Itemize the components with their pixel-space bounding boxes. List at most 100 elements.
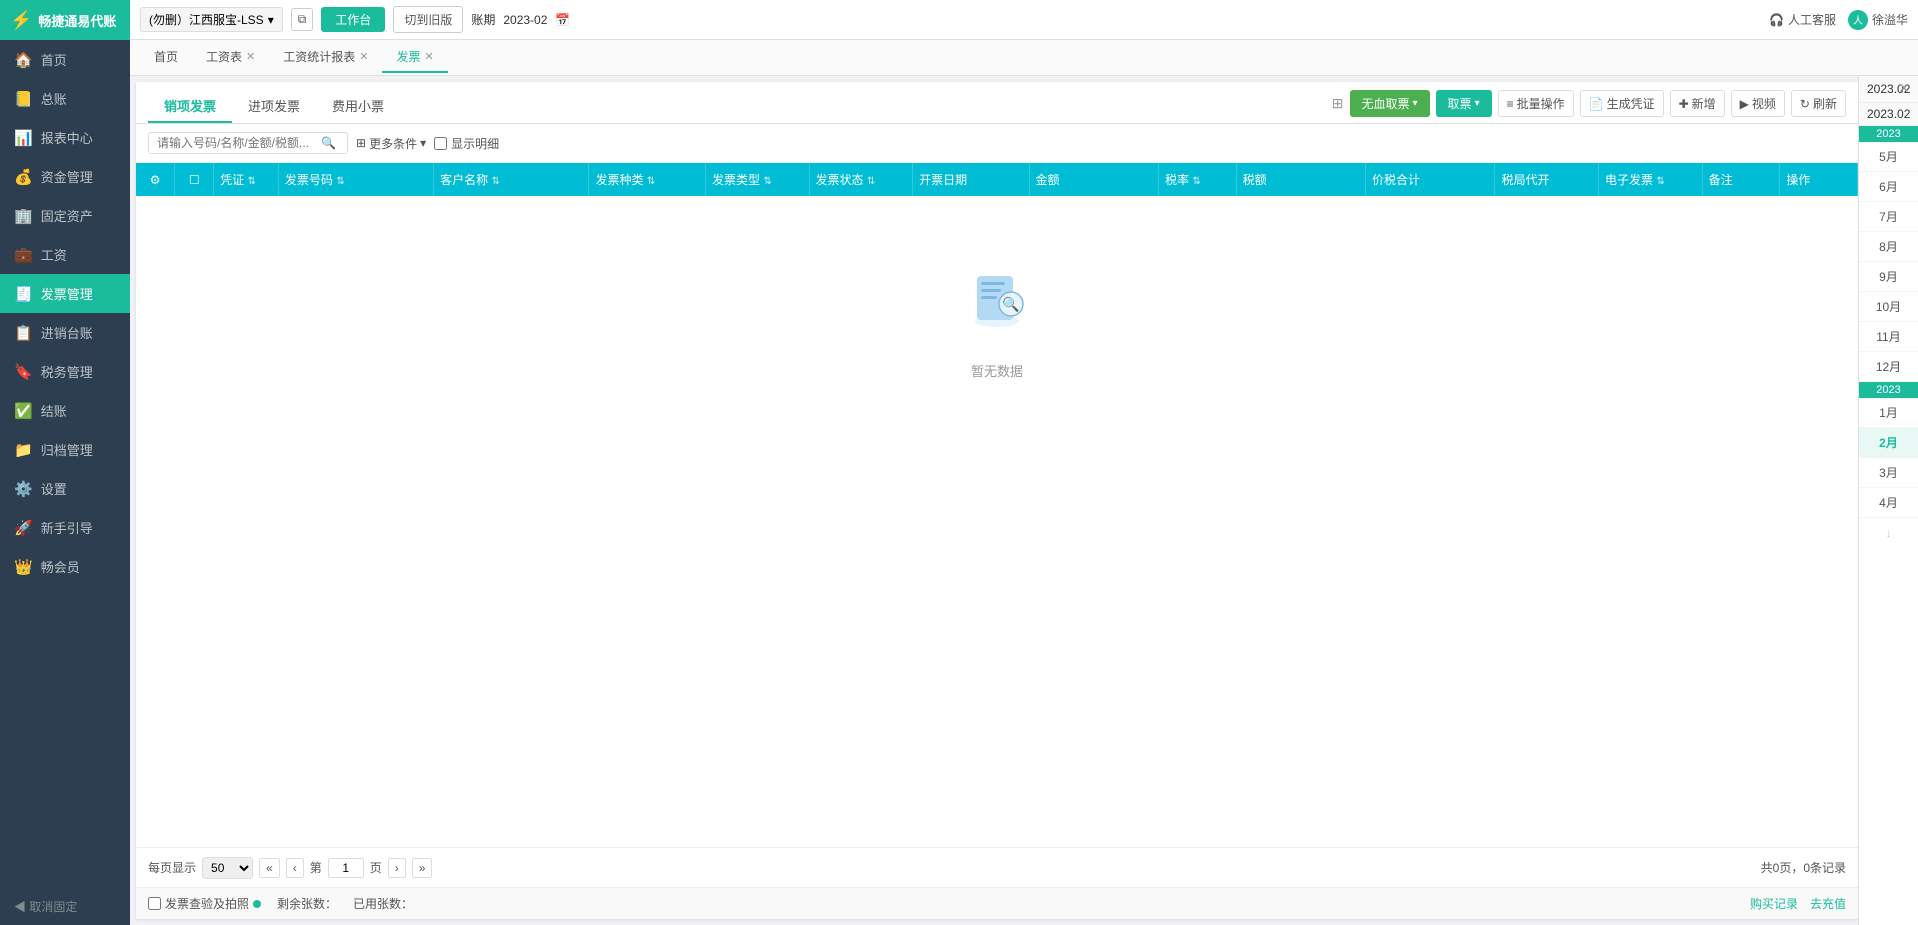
sidebar-item-home[interactable]: 🏠 首页 [0,40,130,79]
used-label-text: 已用张数： [353,897,413,911]
col-amount: 金额 [1029,163,1158,196]
page-number-input[interactable] [328,858,364,878]
sidebar-item-member[interactable]: 👑 畅会员 [0,547,130,586]
page-size-select[interactable]: 50 10 20 100 [202,857,253,879]
refresh-label: 刷新 [1813,95,1837,112]
customer-service[interactable]: 🎧 人工客服 [1769,11,1836,28]
batch-op-label: 批量操作 [1517,95,1565,112]
subtab-expense[interactable]: 费用小票 [316,90,400,123]
sidebar-item-closeout[interactable]: ✅ 结账 [0,391,130,430]
empty-state: 🔍 暂无数据 [136,196,1858,440]
sidebar-item-finance[interactable]: 💰 资金管理 [0,157,130,196]
col-cert: 凭证 ⇅ [214,163,279,196]
company-selector[interactable]: (勿删）江西服宝-LSS ▾ [140,7,283,32]
grid-layout-icon[interactable]: ⊞ [1332,95,1344,112]
sidebar-item-label: 固定资产 [41,206,93,225]
tab-invoice[interactable]: 发票 ✕ [382,42,447,73]
month-7[interactable]: 7月 [1859,202,1918,232]
invoice-check-label[interactable]: 发票查验及拍照 [148,895,261,912]
company-name: (勿删）江西服宝-LSS [149,11,264,28]
refresh-icon: ↻ [1800,97,1810,111]
month-2-active[interactable]: 2月 [1859,428,1918,458]
month-5[interactable]: 5月 [1859,142,1918,172]
month-10[interactable]: 10月 [1859,292,1918,322]
invoice-content: 销项发票 进项发票 费用小票 ⊞ 无血取票 ▾ 取票 ▾ [136,82,1858,919]
refresh-btn[interactable]: ↻ 刷新 [1791,90,1846,117]
subtab-purchase[interactable]: 进项发票 [232,90,316,123]
table-header-row: ⚙ ☐ 凭证 ⇅ 发票号码 ⇅ 客户名称 ⇅ 发票种类 ⇅ 发票类型 ⇅ 发票状… [136,163,1858,196]
finance-icon: 💰 [14,168,33,186]
month-8[interactable]: 8月 [1859,232,1918,262]
subtab-label: 费用小票 [332,99,384,114]
take-ticket-btn[interactable]: 取票 ▾ [1436,90,1492,117]
prev-page-btn[interactable]: ‹ [286,858,304,878]
sidebar-item-assets[interactable]: 🏢 固定资产 [0,196,130,235]
col-check[interactable]: ☐ [175,163,214,196]
sidebar-item-sales-ledger[interactable]: 📋 进销台账 [0,313,130,352]
month-4[interactable]: 4月 [1859,488,1918,518]
generate-cert-btn[interactable]: 📄 生成凭证 [1580,90,1664,117]
month-9[interactable]: 9月 [1859,262,1918,292]
payroll-icon: 💼 [14,246,33,264]
remaining-label-text: 剩余张数： [277,897,337,911]
date-panel-close-btn[interactable]: ✕ [1890,76,1918,101]
sidebar-item-guide[interactable]: 🚀 新手引导 [0,508,130,547]
more-filter-btn[interactable]: ⊞ 更多条件 ▾ [356,135,426,152]
user-avatar[interactable]: 人 徐溢华 [1848,10,1908,30]
recharge-link[interactable]: 去充值 [1810,895,1846,912]
invoice-check-input[interactable] [148,897,161,910]
sidebar-item-label: 畅会员 [41,557,80,576]
sidebar-item-payroll[interactable]: 💼 工资 [0,235,130,274]
next-page-btn[interactable]: › [388,858,406,878]
batch-op-btn[interactable]: ≡ 批量操作 [1498,90,1574,117]
batch-icon: ≡ [1507,97,1514,111]
user-name: 徐溢华 [1872,11,1908,28]
scroll-down-icon[interactable]: ↓ [1859,518,1918,548]
show-detail-checkbox[interactable]: 显示明细 [434,135,499,152]
copy-btn[interactable]: ⧉ [291,8,314,31]
tab-payroll-stats[interactable]: 工资统计报表 ✕ [269,42,382,73]
tab-close-icon[interactable]: ✕ [425,50,434,63]
workspace-button[interactable]: 工作台 [321,7,385,32]
last-page-btn[interactable]: » [412,858,433,878]
tab-close-icon[interactable]: ✕ [359,50,368,63]
generate-cert-label: 生成凭证 [1607,95,1655,112]
month-1[interactable]: 1月 [1859,398,1918,428]
tab-payroll[interactable]: 工资表 ✕ [192,42,269,73]
search-icon: 🔍 [321,136,336,150]
month-11[interactable]: 11月 [1859,322,1918,352]
month-3[interactable]: 3月 [1859,458,1918,488]
tax-icon: 🔖 [14,363,33,381]
tab-home[interactable]: 首页 [140,42,192,73]
first-page-btn[interactable]: « [259,858,280,878]
tab-label: 工资统计报表 [283,48,355,65]
filter-toolbar: 🔍 ⊞ 更多条件 ▾ 显示明细 [136,124,1858,163]
subtab-sales[interactable]: 销项发票 [148,90,232,123]
sidebar-item-reports[interactable]: 📊 报表中心 [0,118,130,157]
sidebar-item-invoices[interactable]: 🧾 发票管理 [0,274,130,313]
show-detail-input[interactable] [434,137,447,150]
col-tax-org: 税局代开 [1495,163,1599,196]
sidebar: ⚡ 畅捷通易代账 🏠 首页 📒 总账 📊 报表中心 💰 资金管理 🏢 固定资产 … [0,0,130,925]
sidebar-unpin[interactable]: ◀ 取消固定 [0,888,130,925]
sidebar-item-archive[interactable]: 📁 归档管理 [0,430,130,469]
new-invoice-btn[interactable]: ✚ 新增 [1670,90,1725,117]
col-settings[interactable]: ⚙ [136,163,175,196]
switch-version-button[interactable]: 切到旧版 [393,6,463,33]
video-btn[interactable]: ▶ 视频 [1731,90,1785,117]
topbar: (勿删）江西服宝-LSS ▾ ⧉ 工作台 切到旧版 账期 2023-02 📅 🎧… [130,0,1918,40]
no-cancel-ticket-btn[interactable]: 无血取票 ▾ [1350,90,1430,117]
buy-record-link[interactable]: 购买记录 [1750,895,1798,912]
sidebar-item-settings[interactable]: ⚙️ 设置 [0,469,130,508]
tab-close-icon[interactable]: ✕ [246,50,255,63]
sidebar-item-ledger[interactable]: 📒 总账 [0,79,130,118]
topbar-right: 🎧 人工客服 人 徐溢华 [1769,10,1908,30]
month-12[interactable]: 12月 [1859,352,1918,382]
search-input[interactable] [157,136,317,150]
month-6[interactable]: 6月 [1859,172,1918,202]
period-2023-02-item[interactable]: 2023.02 [1859,103,1918,126]
subtab-label: 进项发票 [248,99,300,114]
search-box[interactable]: 🔍 [148,132,348,154]
sidebar-item-tax[interactable]: 🔖 税务管理 [0,352,130,391]
video-label: 视频 [1752,95,1776,112]
